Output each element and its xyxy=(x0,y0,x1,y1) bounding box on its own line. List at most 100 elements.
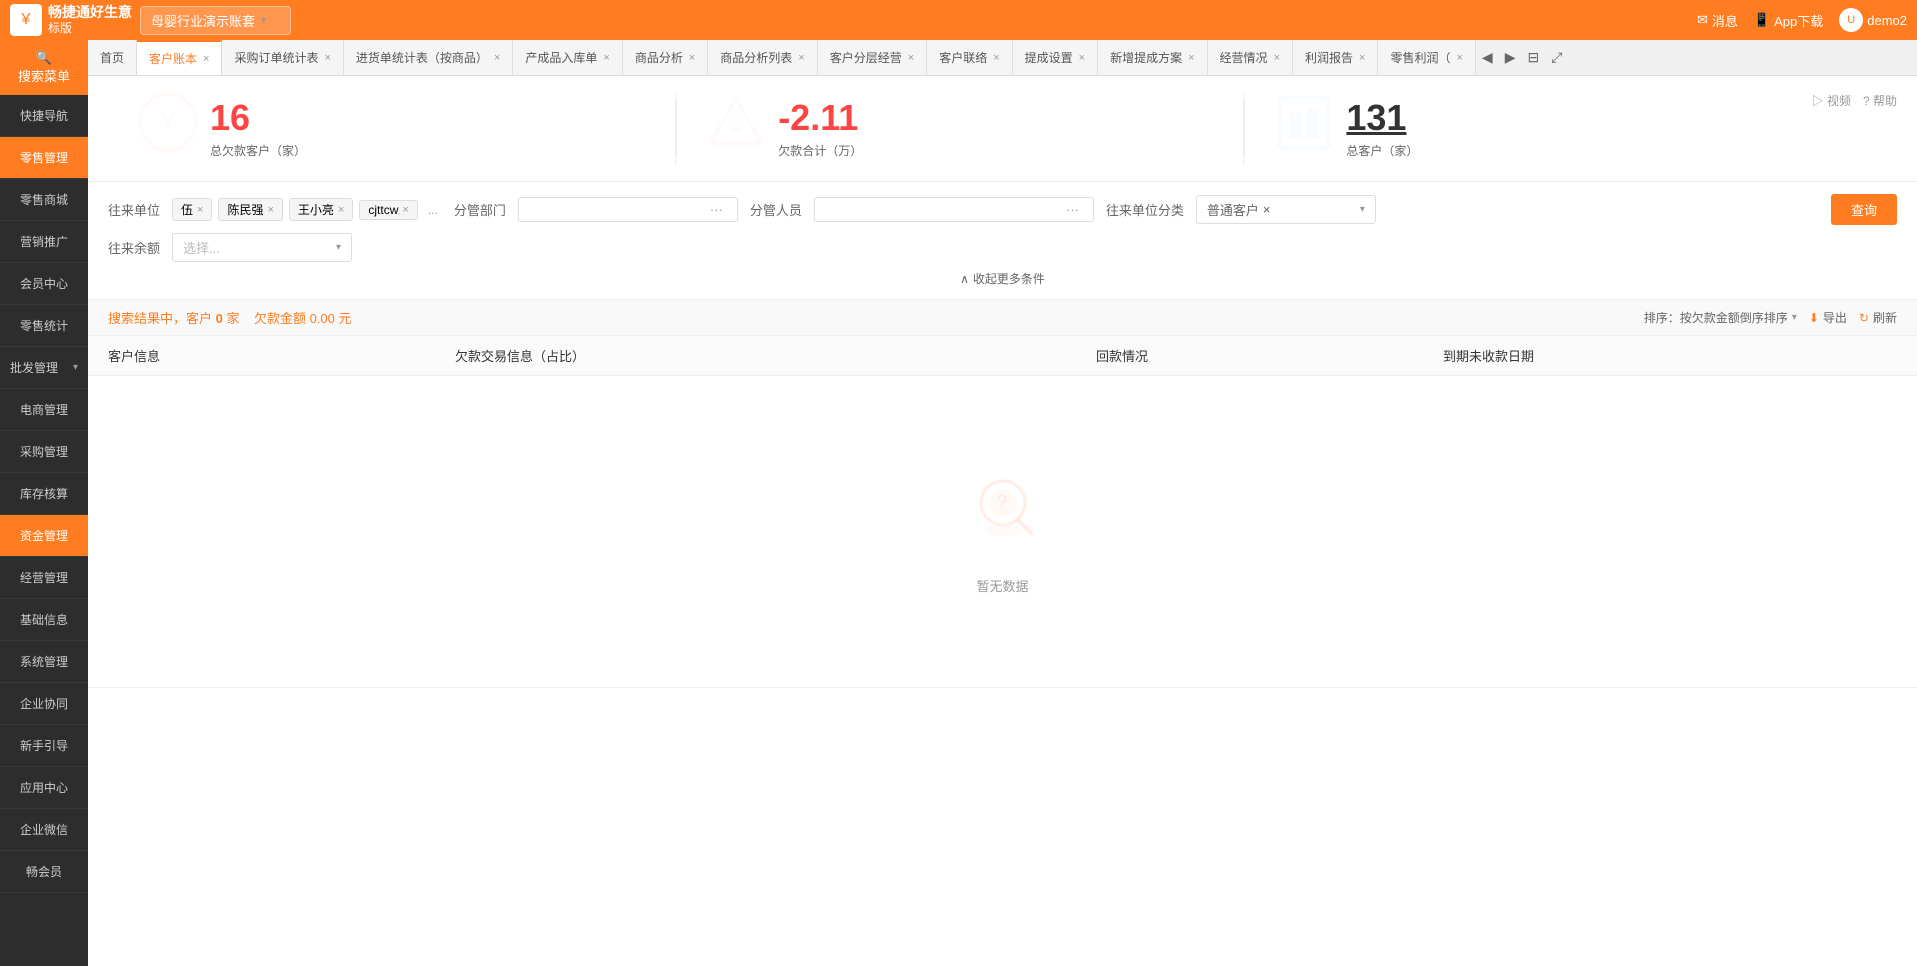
tab-customer-capital[interactable]: 客户账本 × xyxy=(137,40,222,75)
export-button[interactable]: ⬇ 导出 xyxy=(1809,309,1847,326)
sidebar-item-wholesale-mgmt[interactable]: 批发管理 ▾ xyxy=(0,347,88,389)
stat-total-debt: ✦ -2.11 欠款合计（万） xyxy=(675,93,1243,165)
refresh-icon: ↻ xyxy=(1859,311,1869,325)
tab-purchase-order-label: 采购订单统计表 xyxy=(234,49,318,66)
tab-close-customer-contact[interactable]: × xyxy=(993,52,999,64)
tab-product-analysis-list[interactable]: 商品分析列表 × xyxy=(708,40,817,75)
sidebar-item-retail-mgmt[interactable]: 零售管理 xyxy=(0,137,88,179)
sidebar-item-retail-stats[interactable]: 零售统计 xyxy=(0,305,88,347)
more-tags-button[interactable]: ... xyxy=(424,203,442,217)
balance-chevron-icon: ▾ xyxy=(336,242,341,253)
sidebar-purchase-label: 采购管理 xyxy=(20,445,68,459)
sidebar-item-app-center[interactable]: 应用中心 xyxy=(0,767,88,809)
user-name: demo2 xyxy=(1867,13,1907,28)
sidebar-enterprise-wechat-label: 企业微信 xyxy=(20,823,68,837)
filter-tag-x1-remove[interactable]: × xyxy=(197,204,203,216)
tab-prev-button[interactable]: ◀ xyxy=(1476,49,1499,66)
video-help-button[interactable]: ▷ 视频 xyxy=(1812,92,1851,109)
tab-close-customer-segment[interactable]: × xyxy=(908,52,914,64)
refresh-button[interactable]: ↻ 刷新 xyxy=(1859,309,1897,326)
sidebar-item-vip-member[interactable]: 畅会员 xyxy=(0,851,88,893)
person-dots-icon: ··· xyxy=(1062,202,1083,217)
svg-text:¥: ¥ xyxy=(160,106,176,136)
tab-customer-segment[interactable]: 客户分层经营 × xyxy=(818,40,927,75)
filter-tag-x2-remove[interactable]: × xyxy=(267,204,273,216)
tab-home[interactable]: 首页 xyxy=(88,40,137,75)
tab-profit-report[interactable]: 利润报告 × xyxy=(1293,40,1378,75)
tab-close-customer-capital[interactable]: × xyxy=(203,53,209,65)
tab-close-retail-profit[interactable]: × xyxy=(1456,52,1462,64)
tab-close-product-analysis[interactable]: × xyxy=(689,52,695,64)
tab-tips-settings[interactable]: 提成设置 × xyxy=(1013,40,1098,75)
sidebar-quick-nav-label: 快捷导航 xyxy=(20,109,68,123)
balance-select[interactable]: 选择... ▾ xyxy=(172,233,352,262)
category-select[interactable]: 普通客户 × ▾ xyxy=(1196,195,1376,224)
tab-close-purchase-order[interactable]: × xyxy=(324,52,330,64)
filter-tag-x4-remove[interactable]: × xyxy=(402,204,408,216)
total-clients-icon xyxy=(1274,93,1334,165)
tab-fullscreen-button[interactable]: ⤢ xyxy=(1545,49,1568,66)
logo-area: ¥ 畅捷通好生意 标版 xyxy=(10,3,132,37)
filter-tag-x1: 伍 × xyxy=(172,198,212,221)
tab-close-profit-report[interactable]: × xyxy=(1359,52,1365,64)
tab-incoming-stats[interactable]: 进货单统计表（按商品） × xyxy=(344,40,513,75)
filter-tag-x3-remove[interactable]: × xyxy=(338,204,344,216)
tab-close-product-analysis-list[interactable]: × xyxy=(798,52,804,64)
tab-close-operations-status[interactable]: × xyxy=(1274,52,1280,64)
sort-chevron-icon: ▾ xyxy=(1792,312,1797,323)
tab-product-analysis[interactable]: 商品分析 × xyxy=(623,40,708,75)
results-debt-amount: 0.00 xyxy=(310,311,335,326)
sidebar-item-member-center[interactable]: 会员中心 xyxy=(0,263,88,305)
sidebar-item-new-guide[interactable]: 新手引导 xyxy=(0,725,88,767)
tab-production-incoming[interactable]: 产成品入库单 × xyxy=(513,40,622,75)
message-button[interactable]: ✉ 消息 xyxy=(1697,11,1738,30)
user-menu[interactable]: U demo2 xyxy=(1839,8,1907,32)
results-debt-prefix: 欠款金额 xyxy=(254,311,306,326)
sidebar-item-marketing[interactable]: 营销推广 xyxy=(0,221,88,263)
filter-row-1: 往来单位 伍 × 陈民强 × 王小亮 xyxy=(108,194,1897,225)
tab-purchase-order[interactable]: 采购订单统计表 × xyxy=(222,40,343,75)
chevron-down-icon: ▾ xyxy=(73,362,78,373)
tab-operations-status[interactable]: 经营情况 × xyxy=(1208,40,1293,75)
org-select[interactable]: 母婴行业演示账套 ▾ xyxy=(140,6,291,35)
message-label: 消息 xyxy=(1712,11,1738,30)
app-download-button[interactable]: 📱 App下载 xyxy=(1754,11,1823,30)
tab-close-production-incoming[interactable]: × xyxy=(603,52,609,64)
collapse-button[interactable]: ∧ 收起更多条件 xyxy=(960,270,1045,287)
col-repayment: 回款情况 xyxy=(1076,336,1423,376)
category-remove-button[interactable]: × xyxy=(1263,202,1271,217)
sidebar-item-enterprise-wechat[interactable]: 企业微信 xyxy=(0,809,88,851)
sidebar-item-ecommerce-mgmt[interactable]: 电商管理 xyxy=(0,389,88,431)
sidebar-system-label: 系统管理 xyxy=(20,655,68,669)
tab-close-new-tips-plan[interactable]: × xyxy=(1188,52,1194,64)
tab-customer-contact[interactable]: 客户联络 × xyxy=(927,40,1012,75)
sidebar-item-purchase-mgmt[interactable]: 采购管理 xyxy=(0,431,88,473)
sidebar-item-enterprise-collab[interactable]: 企业协同 xyxy=(0,683,88,725)
query-button[interactable]: 查询 xyxy=(1831,194,1897,225)
sidebar-item-capital-mgmt[interactable]: 资金管理 xyxy=(0,515,88,557)
tab-next-button[interactable]: ▶ xyxy=(1499,49,1522,66)
tab-close-incoming-stats[interactable]: × xyxy=(494,52,500,64)
tab-retail-profit[interactable]: 零售利润（ × xyxy=(1378,40,1475,75)
help-button[interactable]: ? 帮助 xyxy=(1863,92,1897,109)
tab-close-tips-settings[interactable]: × xyxy=(1079,52,1085,64)
sidebar-item-retail-mall[interactable]: 零售商城 xyxy=(0,179,88,221)
tab-menu-button[interactable]: ⊟ xyxy=(1521,49,1545,66)
results-prefix: 搜索结果中，客户 xyxy=(108,311,212,326)
sidebar-inventory-label: 库存核算 xyxy=(20,487,68,501)
tab-home-label: 首页 xyxy=(100,49,124,66)
sidebar-item-inventory[interactable]: 库存核算 xyxy=(0,473,88,515)
tab-profit-report-label: 利润报告 xyxy=(1305,49,1353,66)
sidebar-item-quick-nav[interactable]: 快捷导航 xyxy=(0,95,88,137)
message-icon: ✉ xyxy=(1697,12,1708,28)
balance-placeholder: 选择... xyxy=(183,238,220,257)
sort-select[interactable]: 排序：按欠款金额倒序排序 ▾ xyxy=(1644,309,1797,326)
sidebar-item-operations-mgmt[interactable]: 经营管理 xyxy=(0,557,88,599)
person-select[interactable]: ··· xyxy=(814,197,1094,222)
category-filter-label: 往来单位分类 xyxy=(1106,200,1184,219)
sidebar-search[interactable]: 🔍 搜索菜单 xyxy=(0,40,88,95)
sidebar-item-basic-info[interactable]: 基础信息 xyxy=(0,599,88,641)
tab-new-tips-plan[interactable]: 新增提成方案 × xyxy=(1098,40,1207,75)
sidebar-item-system-mgmt[interactable]: 系统管理 xyxy=(0,641,88,683)
dept-select[interactable]: ··· xyxy=(518,197,738,222)
